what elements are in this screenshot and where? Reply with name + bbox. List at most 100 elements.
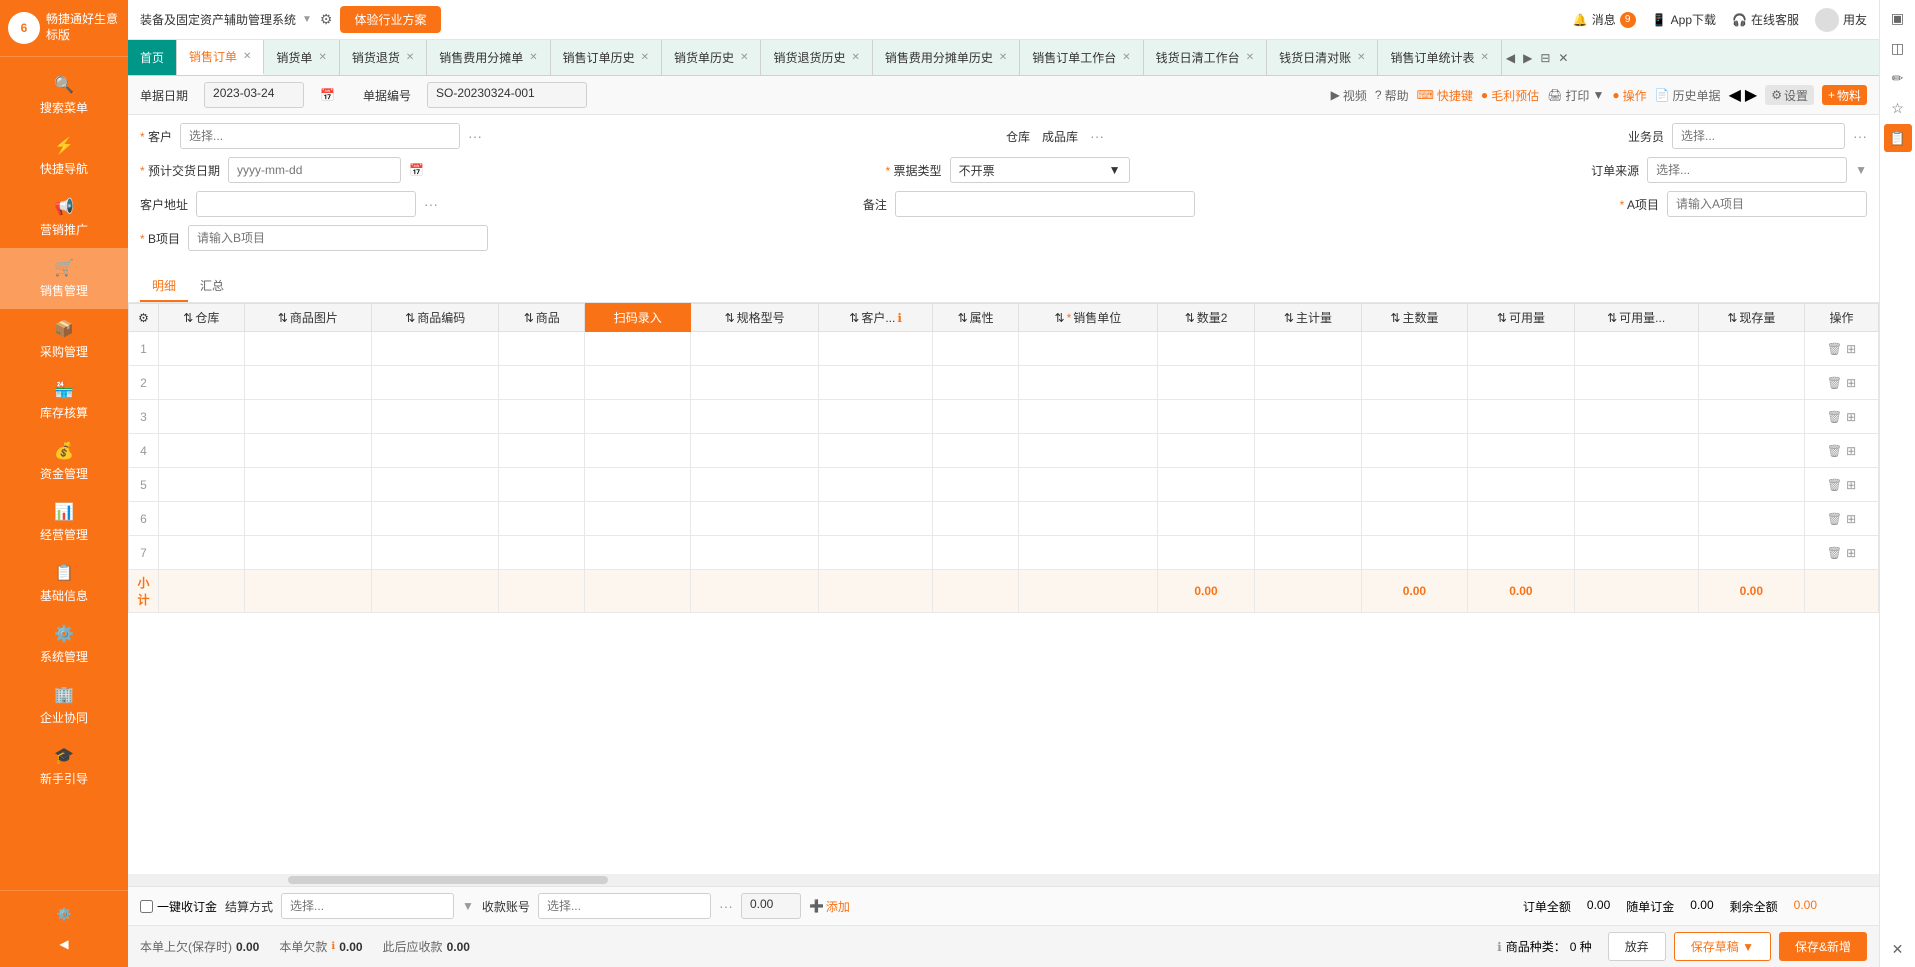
salesperson-more-icon[interactable]: ···: [1853, 128, 1867, 144]
shortcut-btn[interactable]: ⌨ 快捷键: [1417, 87, 1473, 104]
tab-close-sales-refund[interactable]: ✕: [406, 52, 414, 63]
sidebar-item-inventory[interactable]: 🏪 库存核算: [0, 370, 128, 431]
topbar-gear-icon[interactable]: ⚙: [320, 11, 333, 28]
row-copy-3[interactable]: ⊞: [1846, 410, 1856, 424]
row-delete-3[interactable]: 🗑: [1827, 410, 1842, 424]
customer-input[interactable]: [180, 123, 460, 149]
tab-close-return-history[interactable]: ✕: [740, 52, 748, 63]
goods-count-info-icon[interactable]: ℹ: [1497, 940, 1502, 954]
delivery-calendar-icon[interactable]: 📅: [409, 163, 424, 177]
tab-expense-history[interactable]: 销售费用分摊单历史 ✕: [873, 40, 1020, 75]
tab-expense-split[interactable]: 销售费用分摊单 ✕: [427, 40, 550, 75]
invoice-type-select[interactable]: 不开票 ▼: [950, 157, 1130, 183]
sidebar-item-newbie[interactable]: 🎓 新手引导: [0, 736, 128, 797]
row-copy-2[interactable]: ⊞: [1846, 376, 1856, 390]
tab-close-sales-return[interactable]: ✕: [318, 52, 326, 63]
sidebar-item-finance[interactable]: 💰 资金管理: [0, 431, 128, 492]
tab-close-order-workspace[interactable]: ✕: [1122, 52, 1130, 63]
tab-sales-return[interactable]: 销货单 ✕: [264, 40, 339, 75]
tab-close-order-stats[interactable]: ✕: [1481, 52, 1489, 63]
app-download-btn[interactable]: 📱 App下载: [1652, 11, 1716, 28]
row-delete-4[interactable]: 🗑: [1827, 444, 1842, 458]
sidebar-item-enterprise[interactable]: 🏢 企业协同: [0, 675, 128, 736]
help-btn[interactable]: ? 帮助: [1375, 87, 1409, 104]
solution-button[interactable]: 体验行业方案: [340, 6, 440, 33]
operations-btn[interactable]: ● 操作: [1612, 87, 1646, 104]
tab-close-refund-history[interactable]: ✕: [851, 52, 859, 63]
tab-cash-reconcile[interactable]: 钱货日清对账 ✕: [1267, 40, 1378, 75]
tab-prev-btn[interactable]: ◀: [1502, 40, 1519, 75]
date-value[interactable]: 2023-03-24: [204, 82, 304, 108]
add-product-btn[interactable]: + 物料: [1822, 85, 1867, 105]
salesperson-input[interactable]: [1672, 123, 1845, 149]
tab-home[interactable]: 首页: [128, 40, 177, 75]
row-delete-7[interactable]: 🗑: [1827, 546, 1842, 560]
calendar-icon[interactable]: 📅: [320, 88, 335, 102]
tab-close-sales-order[interactable]: ✕: [243, 51, 251, 62]
sidebar-item-quick-nav[interactable]: ⚡ 快捷导航: [0, 126, 128, 187]
sidebar-item-purchase[interactable]: 📦 采购管理: [0, 309, 128, 370]
right-close-btn[interactable]: ✕: [1884, 935, 1912, 963]
tab-return-history[interactable]: 销货单历史 ✕: [662, 40, 761, 75]
sidebar-collapse-btn[interactable]: ◀: [0, 929, 128, 959]
tab-close-cash-reconcile[interactable]: ✕: [1357, 52, 1365, 63]
sidebar-item-operation[interactable]: 📊 经营管理: [0, 492, 128, 553]
sidebar-settings-btn[interactable]: ⚙️: [0, 899, 128, 929]
tab-summary[interactable]: 汇总: [188, 271, 236, 302]
tab-close-expense-history[interactable]: ✕: [999, 52, 1007, 63]
project-a-input[interactable]: [1667, 191, 1867, 217]
online-service-btn[interactable]: 🎧 在线客服: [1732, 11, 1799, 28]
history-btn[interactable]: 📄 历史单据: [1655, 87, 1721, 104]
row-copy-5[interactable]: ⊞: [1846, 478, 1856, 492]
tab-next-btn[interactable]: ▶: [1519, 40, 1536, 75]
print-btn[interactable]: 🖨 打印 ▼: [1547, 87, 1604, 104]
tab-close-cash-workspace[interactable]: ✕: [1246, 52, 1254, 63]
tab-close-all-btn[interactable]: ✕: [1554, 40, 1572, 75]
tab-order-stats[interactable]: 销售订单统计表 ✕: [1378, 40, 1501, 75]
tab-order-workspace[interactable]: 销售订单工作台 ✕: [1020, 40, 1143, 75]
right-panel-2-btn[interactable]: ◫: [1884, 34, 1912, 62]
memo-input[interactable]: [895, 191, 1195, 217]
customer-more-icon[interactable]: ···: [468, 128, 482, 144]
tab-close-expense-split[interactable]: ✕: [529, 52, 537, 63]
one-click-payment-checkbox[interactable]: [140, 900, 153, 913]
tab-more-btn[interactable]: ⊟: [1536, 40, 1554, 75]
tab-detail[interactable]: 明细: [140, 271, 188, 302]
right-star-btn[interactable]: ☆: [1884, 94, 1912, 122]
arrow-left-icon[interactable]: ◀: [1729, 85, 1741, 105]
th-settings[interactable]: ⚙: [129, 304, 159, 332]
profit-estimate-btn[interactable]: ● 毛利预估: [1481, 87, 1539, 104]
preview-btn[interactable]: ▶ 视频: [1331, 87, 1367, 104]
account-more-icon[interactable]: ···: [719, 898, 733, 914]
row-copy-7[interactable]: ⊞: [1846, 546, 1856, 560]
tab-order-history[interactable]: 销售订单历史 ✕: [551, 40, 662, 75]
tab-cash-workspace[interactable]: 钱货日清工作台 ✕: [1144, 40, 1267, 75]
notifications-btn[interactable]: 🔔 消息 9: [1573, 11, 1636, 28]
add-payment-btn[interactable]: ➕ 添加: [809, 898, 850, 915]
sidebar-item-system[interactable]: ⚙️ 系统管理: [0, 614, 128, 675]
row-copy-4[interactable]: ⊞: [1846, 444, 1856, 458]
sidebar-item-marketing[interactable]: 📢 营销推广: [0, 187, 128, 248]
row-copy-6[interactable]: ⊞: [1846, 512, 1856, 526]
row-copy-1[interactable]: ⊞: [1846, 342, 1856, 356]
row-delete-6[interactable]: 🗑: [1827, 512, 1842, 526]
payment-method-dropdown[interactable]: ▼: [462, 899, 474, 913]
row-delete-1[interactable]: 🗑: [1827, 342, 1842, 356]
order-source-input[interactable]: [1647, 157, 1847, 183]
address-more-icon[interactable]: ···: [424, 196, 438, 212]
account-input[interactable]: [538, 893, 711, 919]
row-delete-2[interactable]: 🗑: [1827, 376, 1842, 390]
settings-icon-btn[interactable]: ⚙ 设置: [1765, 85, 1814, 105]
payment-amount[interactable]: 0.00: [741, 893, 801, 919]
sidebar-item-search[interactable]: 🔍 搜索菜单: [0, 65, 128, 126]
right-edit-btn[interactable]: ✏: [1884, 64, 1912, 92]
tab-refund-history[interactable]: 销货退货历史 ✕: [761, 40, 872, 75]
table-scrollbar[interactable]: [128, 874, 1879, 886]
customer-address-input[interactable]: [196, 191, 416, 217]
arrow-right-icon[interactable]: ▶: [1745, 85, 1757, 105]
project-b-input[interactable]: [188, 225, 488, 251]
save-draft-button[interactable]: 保存草稿 ▼: [1674, 932, 1771, 961]
tab-sales-refund[interactable]: 销货退货 ✕: [340, 40, 427, 75]
sidebar-item-basic[interactable]: 📋 基础信息: [0, 553, 128, 614]
sidebar-item-sales[interactable]: 🛒 销售管理: [0, 248, 128, 309]
